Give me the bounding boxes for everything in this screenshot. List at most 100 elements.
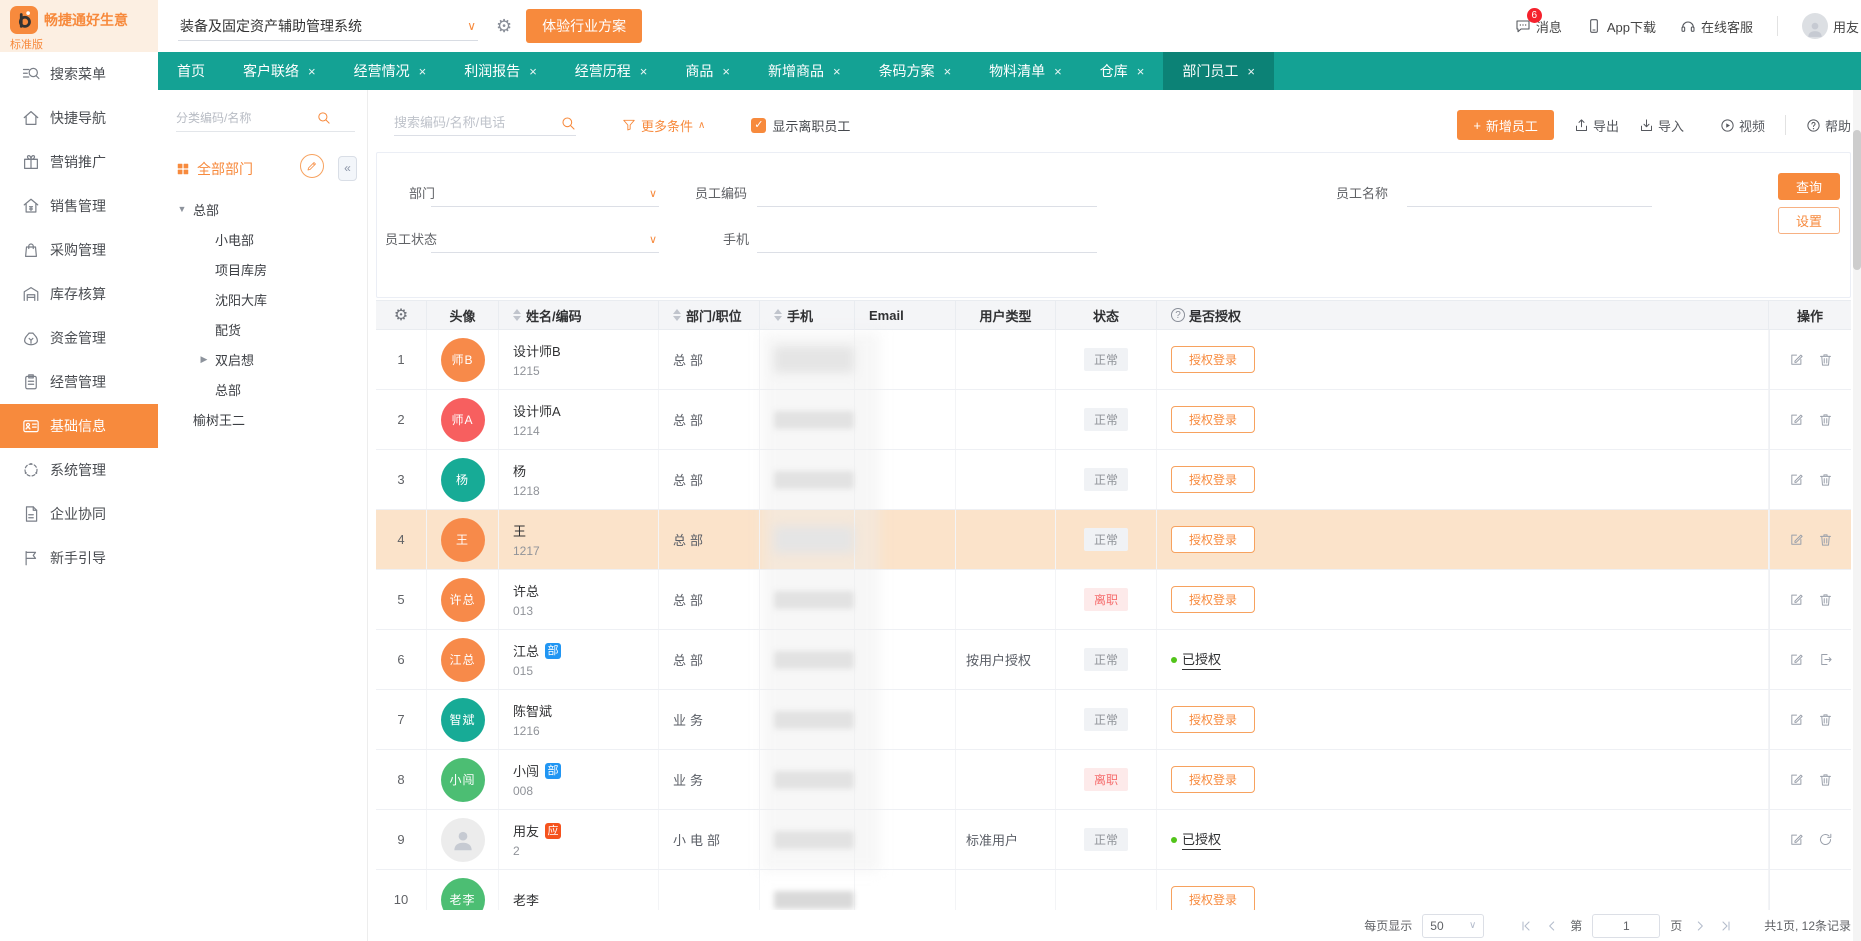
close-tab-icon[interactable]: ×: [1137, 64, 1145, 79]
employee-search-input[interactable]: [394, 115, 560, 130]
sidebar-item[interactable]: 新手引导: [0, 536, 158, 580]
table-row[interactable]: 7 智斌 陈智斌 1216 业务 正常 授权登录: [376, 690, 1851, 750]
import-button[interactable]: 导入: [1639, 116, 1684, 135]
app-download-button[interactable]: App下载: [1586, 17, 1656, 36]
dept-tree-item[interactable]: 项目库房: [176, 254, 355, 284]
delete-icon[interactable]: [1818, 772, 1833, 787]
next-page-button[interactable]: [1692, 918, 1708, 934]
delete-icon[interactable]: [1818, 712, 1833, 727]
scrollbar-thumb[interactable]: [1853, 130, 1861, 270]
scrollbar[interactable]: [1853, 90, 1861, 941]
table-row[interactable]: 2 师A 设计师A 1214 总部 正常 授权登录: [376, 390, 1851, 450]
edit-icon[interactable]: [1789, 832, 1804, 847]
edit-icon[interactable]: [1789, 592, 1804, 607]
column-settings-icon[interactable]: ⚙: [394, 305, 408, 325]
dept-tree-item[interactable]: 榆树王二: [176, 404, 355, 434]
edit-icon[interactable]: [1789, 352, 1804, 367]
edit-icon[interactable]: [1789, 772, 1804, 787]
nav-tab[interactable]: 条码方案 ×: [860, 52, 971, 90]
table-row[interactable]: 10 老李 老李 授权登录: [376, 870, 1851, 910]
logout-icon[interactable]: [1818, 652, 1833, 667]
nav-tab[interactable]: 利润报告 ×: [445, 52, 556, 90]
nav-tab[interactable]: 部门员工 ×: [1163, 52, 1274, 90]
add-employee-button[interactable]: + 新增员工: [1457, 110, 1554, 140]
edit-departments-button[interactable]: [300, 154, 324, 178]
sidebar-item[interactable]: 资金管理: [0, 316, 158, 360]
dept-tree-item[interactable]: ▼ 总部: [176, 194, 355, 224]
dept-search[interactable]: [176, 110, 355, 132]
sidebar-item[interactable]: 采购管理: [0, 228, 158, 272]
sidebar-item[interactable]: 基础信息: [0, 404, 158, 448]
delete-icon[interactable]: [1818, 532, 1833, 547]
user-menu[interactable]: 用友: [1801, 13, 1859, 39]
nav-tab[interactable]: 仓库 ×: [1081, 52, 1164, 90]
all-departments-row[interactable]: 全部部门 «: [176, 154, 357, 182]
show-resigned-checkbox[interactable]: ✓ 显示离职员工: [751, 116, 850, 135]
refresh-icon[interactable]: [1818, 832, 1833, 847]
table-row[interactable]: 1 师B 设计师B 1215 总部 正常 授权登录: [376, 330, 1851, 390]
nav-tab[interactable]: 新增商品 ×: [749, 52, 860, 90]
gear-icon[interactable]: ⚙: [496, 16, 512, 37]
dept-tree-item[interactable]: 小电部: [176, 224, 355, 254]
nav-tab[interactable]: 首页: [158, 52, 224, 90]
delete-icon[interactable]: [1818, 472, 1833, 487]
dept-search-input[interactable]: [176, 110, 316, 125]
nav-tab[interactable]: 商品 ×: [666, 52, 749, 90]
close-tab-icon[interactable]: ×: [722, 64, 730, 79]
edit-icon[interactable]: [1789, 412, 1804, 427]
close-tab-icon[interactable]: ×: [1247, 64, 1255, 79]
sort-icon[interactable]: [513, 309, 521, 321]
dept-filter-select[interactable]: ∨: [431, 181, 659, 207]
edit-icon[interactable]: [1789, 712, 1804, 727]
close-tab-icon[interactable]: ×: [944, 64, 952, 79]
authorized-status[interactable]: 已授权: [1171, 649, 1222, 670]
dept-tree-item[interactable]: 配货: [176, 314, 355, 344]
sidebar-item[interactable]: 系统管理: [0, 448, 158, 492]
table-row[interactable]: 5 许总 许总 013 总部 离职 授权登录: [376, 570, 1851, 630]
sidebar-item[interactable]: 营销推广: [0, 140, 158, 184]
emp-status-filter-select[interactable]: ∨: [431, 227, 659, 253]
trial-industry-button[interactable]: 体验行业方案: [526, 9, 643, 43]
online-service-button[interactable]: 在线客服: [1680, 17, 1753, 36]
authorize-login-button[interactable]: 授权登录: [1171, 586, 1256, 613]
system-select[interactable]: 装备及固定资产辅助管理系统 ∨: [178, 12, 478, 41]
query-button[interactable]: 查询: [1778, 173, 1840, 200]
nav-tab[interactable]: 物料清单 ×: [970, 52, 1081, 90]
sidebar-item[interactable]: 库存核算: [0, 272, 158, 316]
close-tab-icon[interactable]: ×: [529, 64, 537, 79]
caret-down-icon[interactable]: ▼: [176, 204, 188, 214]
collapse-panel-button[interactable]: «: [338, 156, 357, 181]
phone-filter-input[interactable]: [757, 227, 1097, 253]
authorize-login-button[interactable]: 授权登录: [1171, 526, 1256, 553]
video-button[interactable]: 视频: [1720, 116, 1765, 135]
close-tab-icon[interactable]: ×: [640, 64, 648, 79]
employee-search[interactable]: [394, 115, 576, 136]
close-tab-icon[interactable]: ×: [1054, 64, 1062, 79]
search-icon[interactable]: [316, 110, 331, 125]
dept-tree-item[interactable]: 总部: [176, 374, 355, 404]
close-tab-icon[interactable]: ×: [419, 64, 427, 79]
sidebar-item[interactable]: 快捷导航: [0, 96, 158, 140]
table-row[interactable]: 4 王王 1217 总部 正常 授权登录: [376, 510, 1851, 570]
nav-tab[interactable]: 客户联络 ×: [224, 52, 335, 90]
edit-icon[interactable]: [1789, 532, 1804, 547]
last-page-button[interactable]: [1718, 918, 1734, 934]
messages-button[interactable]: 消息 6: [1515, 7, 1562, 36]
settings-button[interactable]: 设置: [1778, 207, 1840, 234]
table-row[interactable]: 6 江总 江总部 015 总部 按用户授权 正常 已授权: [376, 630, 1851, 690]
table-row[interactable]: 3 杨杨 1218 总部 正常 授权登录: [376, 450, 1851, 510]
authorize-login-button[interactable]: 授权登录: [1171, 886, 1256, 910]
dept-tree-item[interactable]: ▶ 双启想: [176, 344, 355, 374]
authorize-login-button[interactable]: 授权登录: [1171, 706, 1256, 733]
prev-page-button[interactable]: [1544, 918, 1560, 934]
authorize-login-button[interactable]: 授权登录: [1171, 346, 1256, 373]
table-row[interactable]: 8 小闯 小闯部 008 业务 离职 授权登录: [376, 750, 1851, 810]
delete-icon[interactable]: [1818, 592, 1833, 607]
emp-name-filter-input[interactable]: [1407, 181, 1652, 207]
sidebar-item[interactable]: 企业协同: [0, 492, 158, 536]
per-page-select[interactable]: 50 ∨: [1422, 913, 1485, 938]
sidebar-item[interactable]: 经营管理: [0, 360, 158, 404]
authorize-login-button[interactable]: 授权登录: [1171, 766, 1256, 793]
sort-icon[interactable]: [673, 309, 681, 321]
first-page-button[interactable]: [1518, 918, 1534, 934]
